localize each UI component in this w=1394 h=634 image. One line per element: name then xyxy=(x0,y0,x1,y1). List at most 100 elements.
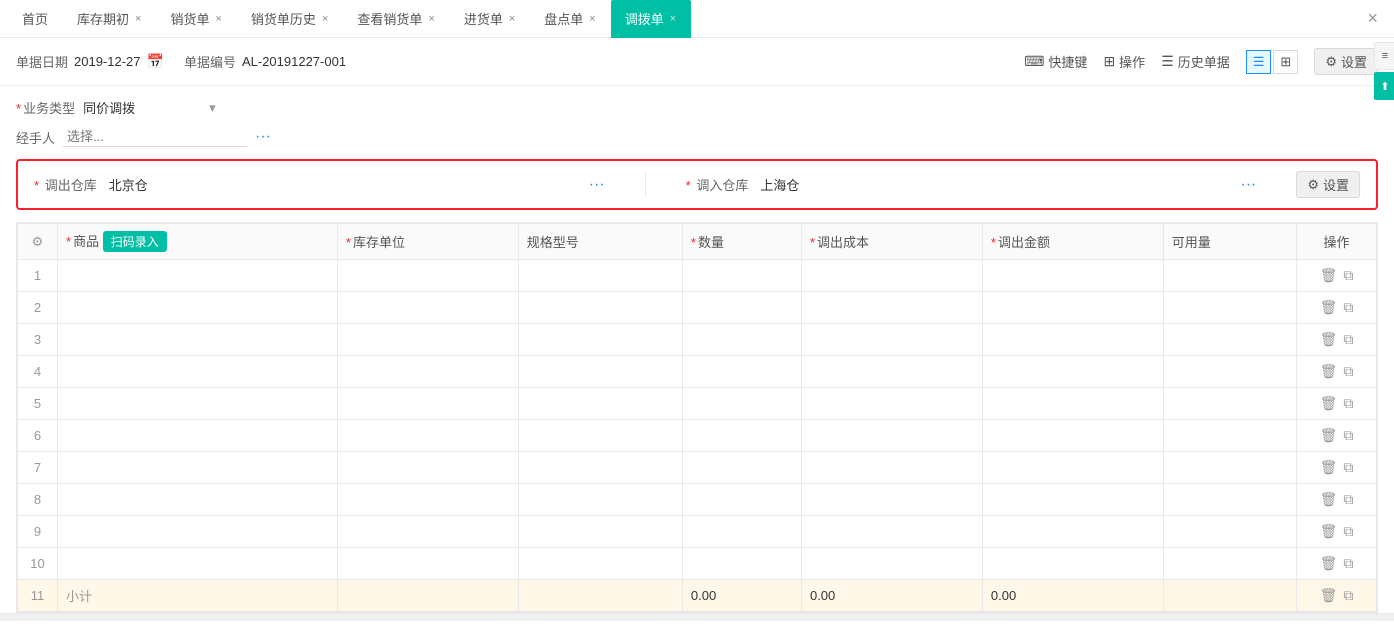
cell-unit[interactable] xyxy=(337,324,518,356)
cell-available[interactable] xyxy=(1163,516,1296,548)
cell-product[interactable] xyxy=(58,452,338,484)
tab-sales-history[interactable]: 销货单历史 × xyxy=(237,0,343,38)
cell-cost[interactable] xyxy=(801,516,982,548)
cell-cost[interactable] xyxy=(801,260,982,292)
business-type-value[interactable]: 同价调拨 xyxy=(83,98,203,117)
cell-available[interactable] xyxy=(1163,356,1296,388)
cell-available[interactable] xyxy=(1163,388,1296,420)
tab-view-sales[interactable]: 查看销货单 × xyxy=(343,0,449,38)
cell-product[interactable] xyxy=(58,388,338,420)
cell-product[interactable] xyxy=(58,484,338,516)
copy-icon[interactable]: ⧉ xyxy=(1343,267,1353,284)
window-close-button[interactable]: × xyxy=(1359,8,1386,29)
warehouse-settings-button[interactable]: ⚙ 设置 xyxy=(1296,171,1360,198)
delete-icon[interactable]: 🗑 xyxy=(1320,491,1338,508)
cell-qty[interactable] xyxy=(682,324,801,356)
copy-icon[interactable]: ⧉ xyxy=(1343,587,1353,604)
shortcuts-button[interactable]: ⌨ 快捷键 xyxy=(1024,52,1087,71)
cell-cost[interactable] xyxy=(801,324,982,356)
tab-purchase-order[interactable]: 进货单 × xyxy=(450,0,530,38)
cell-unit[interactable] xyxy=(337,420,518,452)
cell-amount[interactable] xyxy=(982,292,1163,324)
cell-qty[interactable] xyxy=(682,292,801,324)
tab-stocktake-close[interactable]: × xyxy=(589,13,595,25)
cell-product[interactable] xyxy=(58,356,338,388)
cell-unit[interactable] xyxy=(337,356,518,388)
copy-icon[interactable]: ⧉ xyxy=(1343,395,1353,412)
copy-icon[interactable]: ⧉ xyxy=(1343,331,1353,348)
cell-amount[interactable] xyxy=(982,356,1163,388)
cell-cost[interactable] xyxy=(801,420,982,452)
scan-button[interactable]: 扫码录入 xyxy=(103,231,167,252)
cell-spec[interactable] xyxy=(518,388,682,420)
grid-view-button[interactable]: ⊞ xyxy=(1273,50,1298,74)
tab-home[interactable]: 首页 xyxy=(8,0,63,38)
cell-available[interactable] xyxy=(1163,452,1296,484)
cell-unit[interactable] xyxy=(337,388,518,420)
delete-icon[interactable]: 🗑 xyxy=(1320,523,1338,540)
copy-icon[interactable]: ⧉ xyxy=(1343,555,1353,572)
tab-sales-order-close[interactable]: × xyxy=(215,13,221,25)
cell-available[interactable] xyxy=(1163,420,1296,452)
copy-icon[interactable]: ⧉ xyxy=(1343,523,1353,540)
cell-available[interactable] xyxy=(1163,292,1296,324)
cell-product[interactable] xyxy=(58,516,338,548)
cell-unit[interactable] xyxy=(337,548,518,580)
copy-icon[interactable]: ⧉ xyxy=(1343,459,1353,476)
cell-product[interactable] xyxy=(58,548,338,580)
cell-qty[interactable] xyxy=(682,484,801,516)
cell-spec[interactable] xyxy=(518,516,682,548)
cell-spec[interactable] xyxy=(518,548,682,580)
cell-available[interactable] xyxy=(1163,484,1296,516)
cell-cost[interactable] xyxy=(801,356,982,388)
cell-spec[interactable] xyxy=(518,420,682,452)
delete-icon[interactable]: 🗑 xyxy=(1320,427,1338,444)
cell-product[interactable] xyxy=(58,420,338,452)
delete-icon[interactable]: 🗑 xyxy=(1320,555,1338,572)
handler-more-icon[interactable]: ··· xyxy=(255,128,271,146)
cell-available[interactable] xyxy=(1163,260,1296,292)
cell-qty[interactable] xyxy=(682,516,801,548)
cell-qty[interactable] xyxy=(682,388,801,420)
tab-transfer[interactable]: 调拨单 × xyxy=(611,0,691,38)
cell-spec[interactable] xyxy=(518,356,682,388)
copy-icon[interactable]: ⧉ xyxy=(1343,299,1353,316)
cell-amount[interactable] xyxy=(982,516,1163,548)
cell-unit[interactable] xyxy=(337,516,518,548)
cell-amount[interactable] xyxy=(982,484,1163,516)
cell-qty[interactable] xyxy=(682,548,801,580)
business-type-dropdown-icon[interactable]: ▾ xyxy=(209,100,216,116)
cell-product[interactable] xyxy=(58,292,338,324)
cell-qty[interactable] xyxy=(682,260,801,292)
operations-button[interactable]: ⊞ 操作 xyxy=(1103,52,1145,71)
cell-cost[interactable] xyxy=(801,292,982,324)
tab-inventory-init-close[interactable]: × xyxy=(135,13,141,25)
tab-purchase-order-close[interactable]: × xyxy=(509,13,515,25)
list-view-button[interactable]: ☰ xyxy=(1246,50,1272,74)
settings-button[interactable]: ⚙ 设置 xyxy=(1314,48,1378,75)
tab-inventory-init[interactable]: 库存期初 × xyxy=(63,0,156,38)
cell-amount[interactable] xyxy=(982,452,1163,484)
delete-icon[interactable]: 🗑 xyxy=(1320,459,1338,476)
warehouse-in-value[interactable]: 上海仓 xyxy=(760,175,799,194)
cell-unit[interactable] xyxy=(337,260,518,292)
tab-transfer-close[interactable]: × xyxy=(670,13,676,25)
cell-product[interactable] xyxy=(58,260,338,292)
tab-stocktake[interactable]: 盘点单 × xyxy=(530,0,610,38)
calendar-icon[interactable]: 📅 xyxy=(147,53,164,70)
tab-view-sales-close[interactable]: × xyxy=(428,13,434,25)
cell-product[interactable] xyxy=(58,324,338,356)
cell-cost[interactable] xyxy=(801,388,982,420)
cell-qty[interactable] xyxy=(682,420,801,452)
cell-unit[interactable] xyxy=(337,452,518,484)
right-panel-list-btn[interactable]: ≡ xyxy=(1374,42,1394,70)
delete-icon[interactable]: 🗑 xyxy=(1320,395,1338,412)
date-value[interactable]: 2019-12-27 xyxy=(74,54,141,69)
tab-sales-history-close[interactable]: × xyxy=(322,13,328,25)
delete-icon[interactable]: 🗑 xyxy=(1320,267,1338,284)
cell-cost[interactable] xyxy=(801,548,982,580)
cell-spec[interactable] xyxy=(518,260,682,292)
delete-icon[interactable]: 🗑 xyxy=(1320,363,1338,380)
copy-icon[interactable]: ⧉ xyxy=(1343,427,1353,444)
warehouse-in-more-icon[interactable]: ··· xyxy=(1240,176,1256,194)
